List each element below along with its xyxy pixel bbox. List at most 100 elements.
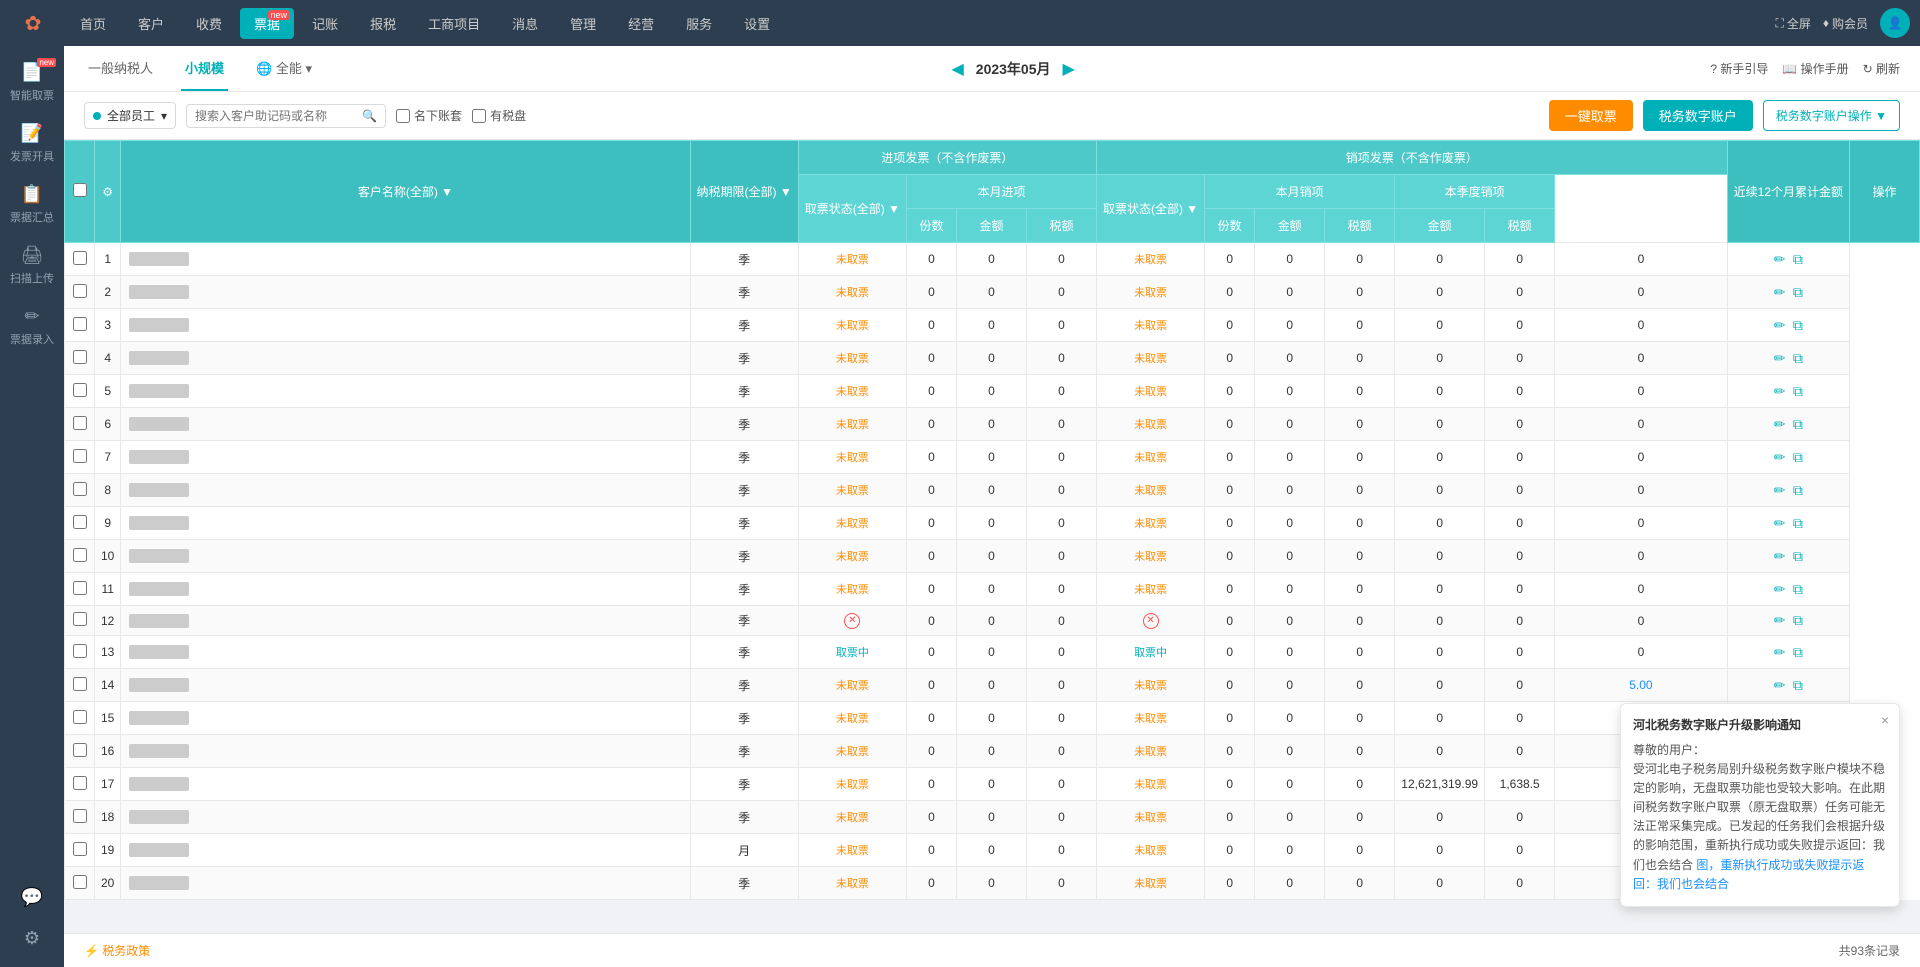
- th-settings-icon[interactable]: ⚙: [95, 141, 121, 243]
- row-checkbox[interactable]: [73, 317, 87, 331]
- copy-icon[interactable]: ⧉: [1791, 644, 1805, 660]
- nav-home[interactable]: 首页: [66, 8, 120, 39]
- copy-icon[interactable]: ⧉: [1791, 317, 1805, 333]
- sidebar-item-scan-upload[interactable]: 🖨 扫描上传: [4, 237, 60, 294]
- edit-icon[interactable]: ✏: [1772, 383, 1788, 399]
- tab-all[interactable]: 🌐 全能 ▾: [252, 46, 316, 91]
- td-checkbox[interactable]: [65, 276, 95, 309]
- row-checkbox[interactable]: [73, 644, 87, 658]
- row-checkbox[interactable]: [73, 710, 87, 724]
- edit-icon[interactable]: ✏: [1772, 251, 1788, 267]
- fullscreen-btn[interactable]: ⛶ 全屏: [1775, 15, 1810, 32]
- th-checkbox-all[interactable]: [65, 141, 95, 243]
- td-checkbox[interactable]: [65, 867, 95, 900]
- manual-btn[interactable]: 📖 操作手册: [1782, 60, 1848, 77]
- nav-accounting[interactable]: 记账: [298, 8, 352, 39]
- row-checkbox[interactable]: [73, 548, 87, 562]
- one-click-ticket-btn[interactable]: 一键取票: [1549, 100, 1633, 131]
- nav-client[interactable]: 客户: [124, 8, 178, 39]
- row-checkbox[interactable]: [73, 482, 87, 496]
- td-checkbox[interactable]: [65, 702, 95, 735]
- td-checkbox[interactable]: [65, 636, 95, 669]
- edit-icon[interactable]: ✏: [1772, 284, 1788, 300]
- period-prev-btn[interactable]: ◀: [951, 59, 963, 79]
- employee-select[interactable]: 全部员工 ▾: [84, 102, 176, 129]
- row-checkbox[interactable]: [73, 383, 87, 397]
- edit-icon[interactable]: ✏: [1772, 317, 1788, 333]
- row-checkbox[interactable]: [73, 251, 87, 265]
- nav-business[interactable]: 工商项目: [414, 8, 494, 39]
- nav-fee[interactable]: 收费: [182, 8, 236, 39]
- edit-icon[interactable]: ✏: [1772, 449, 1788, 465]
- td-checkbox[interactable]: [65, 243, 95, 276]
- copy-icon[interactable]: ⧉: [1791, 515, 1805, 531]
- copy-icon[interactable]: ⧉: [1791, 581, 1805, 597]
- edit-icon[interactable]: ✏: [1772, 482, 1788, 498]
- td-checkbox[interactable]: [65, 474, 95, 507]
- tax-digital-account-op-btn[interactable]: 税务数字账户操作 ▼: [1763, 100, 1900, 131]
- sidebar-item-ticket-summary[interactable]: 📋 票据汇总: [4, 176, 60, 233]
- td-checkbox[interactable]: [65, 669, 95, 702]
- tab-general-taxpayer[interactable]: 一般纳税人: [84, 46, 157, 91]
- td-checkbox[interactable]: [65, 735, 95, 768]
- row-checkbox[interactable]: [73, 515, 87, 529]
- td-checkbox[interactable]: [65, 606, 95, 636]
- td-checkbox[interactable]: [65, 408, 95, 441]
- nav-message[interactable]: 消息: [498, 8, 552, 39]
- edit-icon[interactable]: ✏: [1772, 612, 1788, 628]
- copy-icon[interactable]: ⧉: [1791, 612, 1805, 628]
- td-checkbox[interactable]: [65, 768, 95, 801]
- search-box[interactable]: 🔍: [186, 104, 386, 128]
- copy-icon[interactable]: ⧉: [1791, 284, 1805, 300]
- row-checkbox[interactable]: [73, 875, 87, 889]
- new-guide-btn[interactable]: ? 新手引导: [1710, 60, 1768, 77]
- copy-icon[interactable]: ⧉: [1791, 350, 1805, 366]
- notification-close-btn[interactable]: ×: [1881, 712, 1889, 728]
- search-icon[interactable]: 🔍: [362, 109, 377, 123]
- row-checkbox[interactable]: [73, 449, 87, 463]
- copy-icon[interactable]: ⧉: [1791, 416, 1805, 432]
- sidebar-item-ticket-entry[interactable]: ✏ 票据录入: [4, 298, 60, 355]
- row-checkbox[interactable]: [73, 350, 87, 364]
- td-checkbox[interactable]: [65, 342, 95, 375]
- nav-tax[interactable]: 报税: [356, 8, 410, 39]
- row-checkbox[interactable]: [73, 677, 87, 691]
- nav-operation[interactable]: 经营: [614, 8, 668, 39]
- tax-disk-checkbox[interactable]: [472, 109, 486, 123]
- notification-link[interactable]: 图，重新执行成功或失败提示返回：我们也会结合: [1633, 858, 1864, 891]
- copy-icon[interactable]: ⧉: [1791, 383, 1805, 399]
- copy-icon[interactable]: ⧉: [1791, 449, 1805, 465]
- td-checkbox[interactable]: [65, 801, 95, 834]
- td-checkbox[interactable]: [65, 540, 95, 573]
- subledger-checkbox[interactable]: [396, 109, 410, 123]
- edit-icon[interactable]: ✏: [1772, 515, 1788, 531]
- row-checkbox[interactable]: [73, 284, 87, 298]
- nav-ticket[interactable]: 票据new: [240, 8, 294, 39]
- member-btn[interactable]: ♦ 购会员: [1823, 15, 1868, 32]
- copy-icon[interactable]: ⧉: [1791, 482, 1805, 498]
- sidebar-item-invoice-open[interactable]: 📝 发票开具: [4, 115, 60, 172]
- search-input[interactable]: [195, 109, 362, 123]
- sidebar-item-smart-ticket[interactable]: 📄 智能取票 new: [4, 54, 60, 111]
- td-checkbox[interactable]: [65, 441, 95, 474]
- edit-icon[interactable]: ✏: [1772, 677, 1788, 693]
- period-next-btn[interactable]: ▶: [1063, 59, 1075, 79]
- copy-icon[interactable]: ⧉: [1791, 548, 1805, 564]
- sidebar-item-message[interactable]: 💬: [4, 879, 60, 916]
- td-checkbox[interactable]: [65, 834, 95, 867]
- checkbox-tax-disk[interactable]: 有税盘: [472, 107, 526, 124]
- edit-icon[interactable]: ✏: [1772, 644, 1788, 660]
- row-checkbox[interactable]: [73, 416, 87, 430]
- edit-icon[interactable]: ✏: [1772, 350, 1788, 366]
- row-checkbox[interactable]: [73, 612, 87, 626]
- row-checkbox[interactable]: [73, 842, 87, 856]
- nav-settings[interactable]: 设置: [730, 8, 784, 39]
- row-checkbox[interactable]: [73, 743, 87, 757]
- nav-manage[interactable]: 管理: [556, 8, 610, 39]
- tab-small-scale[interactable]: 小规模: [181, 46, 228, 91]
- td-checkbox[interactable]: [65, 309, 95, 342]
- edit-icon[interactable]: ✏: [1772, 581, 1788, 597]
- td-checkbox[interactable]: [65, 375, 95, 408]
- td-checkbox[interactable]: [65, 573, 95, 606]
- tax-policy-link[interactable]: ⚡ 税务政策: [84, 942, 150, 959]
